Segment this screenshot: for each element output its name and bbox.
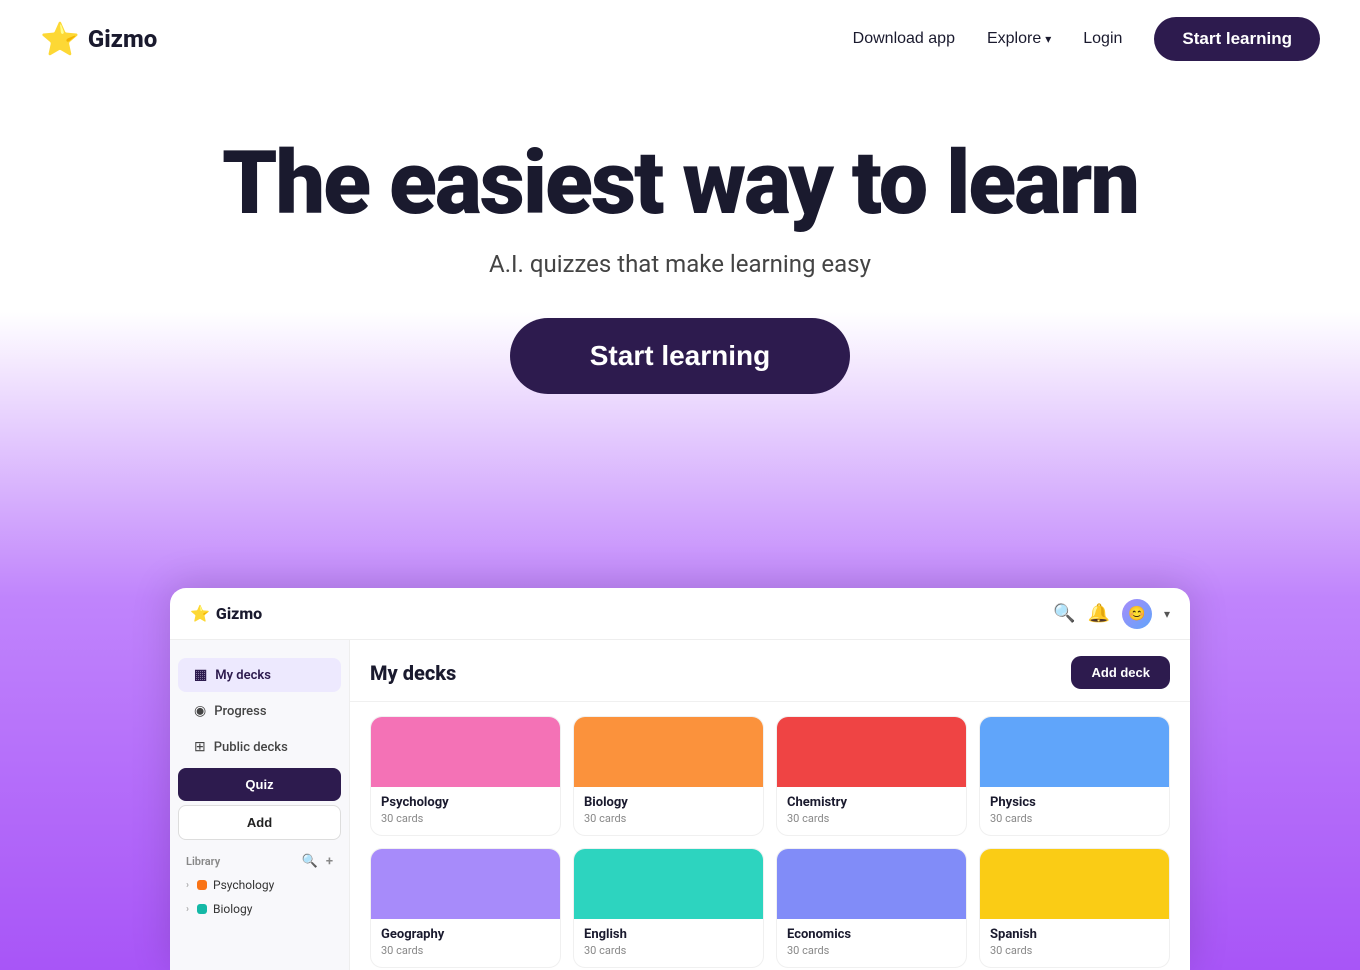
app-logo-text: Gizmo [216, 604, 262, 623]
my-decks-icon: ▦ [194, 667, 207, 683]
deck-info-economics: Economics 30 cards [777, 919, 966, 967]
library-icons: 🔍 + [302, 854, 333, 869]
app-logo: ⭐ Gizmo [190, 604, 262, 623]
deck-card-spanish[interactable]: Spanish 30 cards [979, 848, 1170, 968]
biology-dot [197, 904, 207, 914]
deck-color-spanish [980, 849, 1169, 919]
chevron-down-icon: ▾ [1045, 32, 1051, 46]
logo[interactable]: ⭐ Gizmo [40, 20, 157, 58]
deck-info-spanish: Spanish 30 cards [980, 919, 1169, 967]
deck-count-chemistry: 30 cards [787, 812, 956, 825]
login-button[interactable]: Login [1083, 30, 1122, 48]
app-preview-wrapper: ⭐ Gizmo 🔍 🔔 😊 ▾ ▦ My decks ◉ [0, 598, 1360, 970]
logo-text: Gizmo [88, 25, 157, 53]
deck-count-english: 30 cards [584, 944, 753, 957]
deck-name-english: English [584, 927, 753, 942]
sidebar-my-decks-label: My decks [215, 668, 271, 683]
deck-color-geography [371, 849, 560, 919]
public-decks-icon: ⊞ [194, 739, 206, 755]
library-psychology-label: Psychology [213, 878, 274, 892]
my-decks-title: My decks [370, 661, 456, 685]
deck-name-geography: Geography [381, 927, 550, 942]
bell-icon[interactable]: 🔔 [1088, 603, 1110, 624]
quiz-button[interactable]: Quiz [178, 768, 341, 801]
app-body: ▦ My decks ◉ Progress ⊞ Public decks Qui… [170, 640, 1190, 970]
avatar-chevron-icon: ▾ [1164, 607, 1170, 621]
library-item-psychology[interactable]: › Psychology [170, 873, 349, 897]
progress-icon: ◉ [194, 703, 206, 719]
deck-count-physics: 30 cards [990, 812, 1159, 825]
deck-info-english: English 30 cards [574, 919, 763, 967]
psychology-dot [197, 880, 207, 890]
deck-grid: Psychology 30 cards Biology 30 cards [350, 702, 1190, 970]
library-item-biology[interactable]: › Biology [170, 897, 349, 921]
deck-color-biology [574, 717, 763, 787]
library-label: Library [186, 855, 220, 868]
deck-info-physics: Physics 30 cards [980, 787, 1169, 835]
navbar-right: Download app Explore ▾ Login Start learn… [853, 17, 1320, 61]
deck-count-psychology: 30 cards [381, 812, 550, 825]
explore-button[interactable]: Explore ▾ [987, 30, 1051, 48]
sidebar-item-my-decks[interactable]: ▦ My decks [178, 658, 341, 692]
hero-start-learning-button[interactable]: Start learning [510, 318, 850, 394]
avatar[interactable]: 😊 [1122, 599, 1152, 629]
app-logo-star-icon: ⭐ [190, 604, 210, 623]
deck-name-psychology: Psychology [381, 795, 550, 810]
deck-card-biology[interactable]: Biology 30 cards [573, 716, 764, 836]
chevron-right-icon-2: › [186, 904, 189, 915]
deck-color-physics [980, 717, 1169, 787]
deck-count-biology: 30 cards [584, 812, 753, 825]
app-main: My decks Add deck Psychology 30 cards [350, 640, 1190, 970]
deck-name-economics: Economics [787, 927, 956, 942]
hero-subtitle: A.I. quizzes that make learning easy [489, 250, 871, 278]
sidebar-progress-label: Progress [214, 704, 266, 719]
hero-section: The easiest way to learn A.I. quizzes th… [0, 78, 1360, 598]
sidebar-item-public-decks[interactable]: ⊞ Public decks [178, 730, 341, 764]
library-add-icon[interactable]: + [326, 854, 333, 869]
deck-card-psychology[interactable]: Psychology 30 cards [370, 716, 561, 836]
deck-name-chemistry: Chemistry [787, 795, 956, 810]
search-icon[interactable]: 🔍 [1053, 603, 1075, 624]
library-search-icon[interactable]: 🔍 [302, 854, 318, 869]
deck-card-physics[interactable]: Physics 30 cards [979, 716, 1170, 836]
deck-color-psychology [371, 717, 560, 787]
sidebar-item-progress[interactable]: ◉ Progress [178, 694, 341, 728]
deck-color-chemistry [777, 717, 966, 787]
deck-info-geography: Geography 30 cards [371, 919, 560, 967]
app-main-header: My decks Add deck [350, 640, 1190, 702]
app-sidebar: ▦ My decks ◉ Progress ⊞ Public decks Qui… [170, 640, 350, 970]
navbar: ⭐ Gizmo Download app Explore ▾ Login Sta… [0, 0, 1360, 78]
deck-info-chemistry: Chemistry 30 cards [777, 787, 966, 835]
deck-card-geography[interactable]: Geography 30 cards [370, 848, 561, 968]
app-preview: ⭐ Gizmo 🔍 🔔 😊 ▾ ▦ My decks ◉ [170, 588, 1190, 970]
library-biology-label: Biology [213, 902, 252, 916]
hero-headline: The easiest way to learn [222, 138, 1138, 230]
deck-name-physics: Physics [990, 795, 1159, 810]
explore-label: Explore [987, 30, 1041, 48]
deck-name-spanish: Spanish [990, 927, 1159, 942]
sidebar-public-decks-label: Public decks [214, 740, 288, 755]
add-deck-button[interactable]: Add deck [1071, 656, 1170, 689]
deck-card-english[interactable]: English 30 cards [573, 848, 764, 968]
chevron-right-icon: › [186, 880, 189, 891]
deck-info-psychology: Psychology 30 cards [371, 787, 560, 835]
add-button[interactable]: Add [178, 805, 341, 840]
deck-color-english [574, 849, 763, 919]
deck-count-economics: 30 cards [787, 944, 956, 957]
deck-color-economics [777, 849, 966, 919]
navbar-start-learning-button[interactable]: Start learning [1154, 17, 1320, 61]
deck-info-biology: Biology 30 cards [574, 787, 763, 835]
deck-count-geography: 30 cards [381, 944, 550, 957]
download-app-button[interactable]: Download app [853, 30, 955, 48]
logo-star-icon: ⭐ [40, 20, 80, 58]
deck-name-biology: Biology [584, 795, 753, 810]
deck-card-chemistry[interactable]: Chemistry 30 cards [776, 716, 967, 836]
app-top-right: 🔍 🔔 😊 ▾ [1053, 599, 1170, 629]
deck-card-economics[interactable]: Economics 30 cards [776, 848, 967, 968]
app-top-bar: ⭐ Gizmo 🔍 🔔 😊 ▾ [170, 588, 1190, 640]
deck-count-spanish: 30 cards [990, 944, 1159, 957]
